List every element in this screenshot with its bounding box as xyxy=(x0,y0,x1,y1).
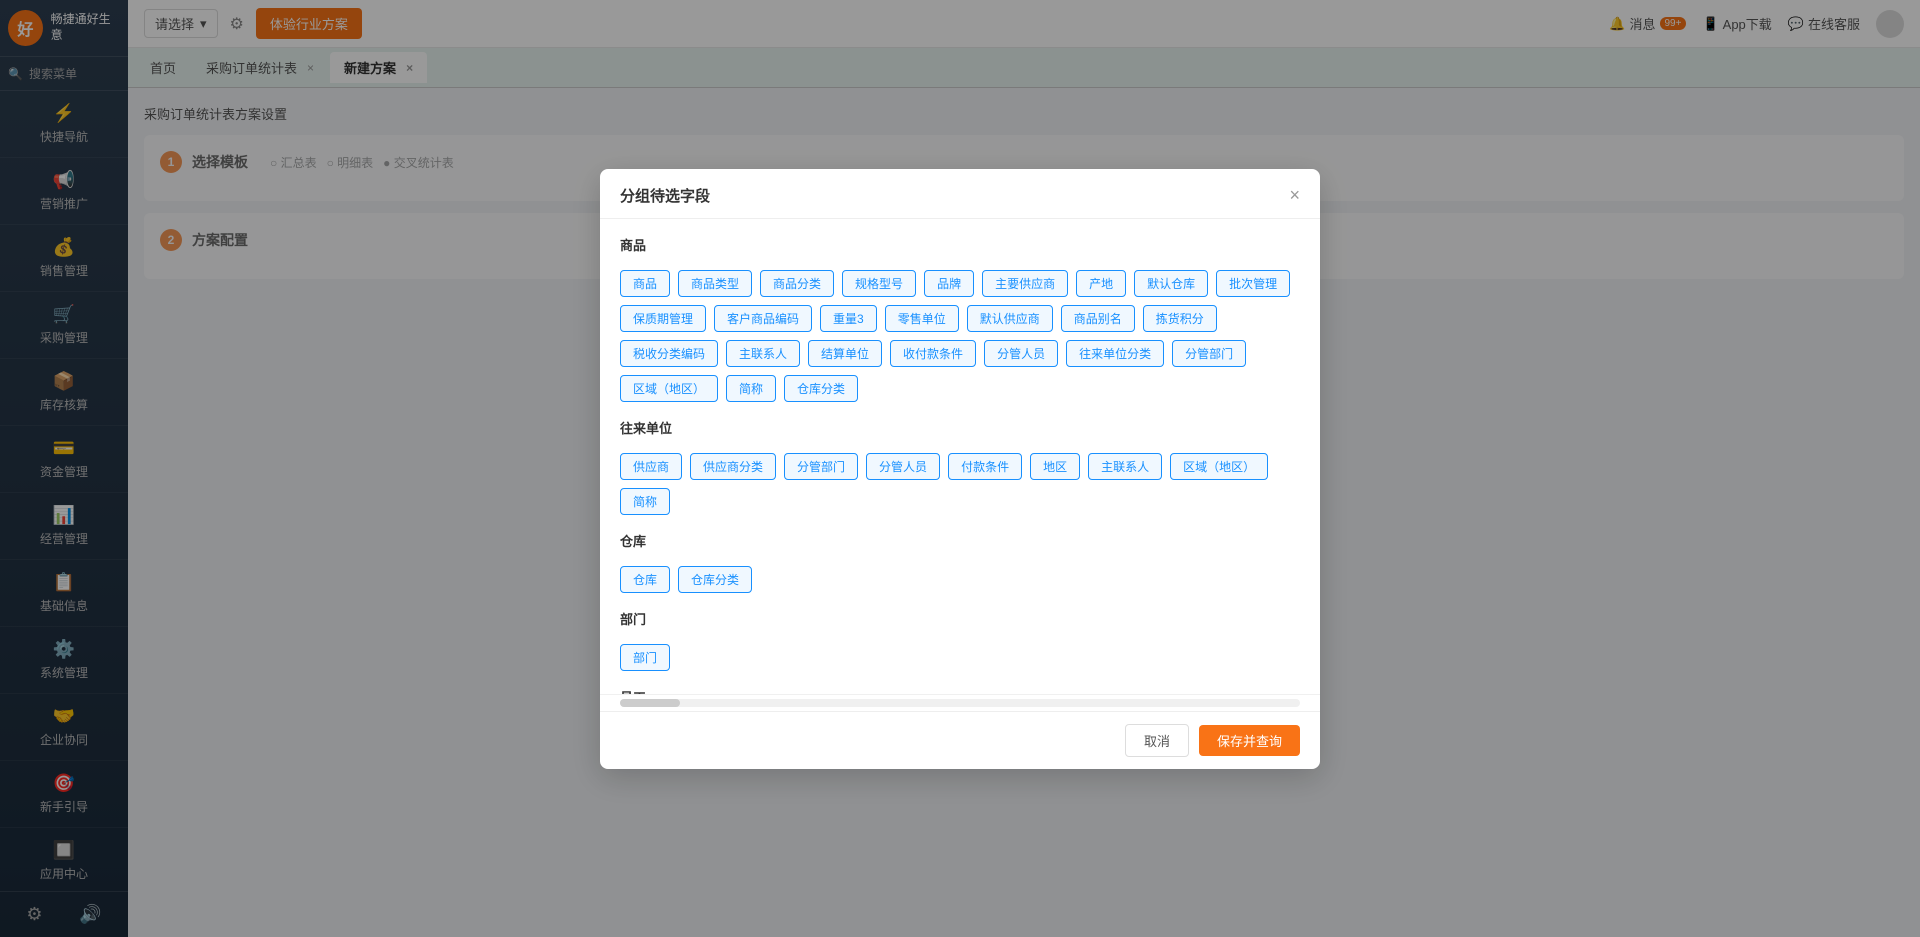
field-chip[interactable]: 区域（地区） xyxy=(620,375,718,402)
field-chip[interactable]: 仓库分类 xyxy=(784,375,858,402)
field-chip[interactable]: 重量3 xyxy=(820,305,877,332)
fields-grid-department: 部门 xyxy=(620,644,1300,671)
field-chip[interactable]: 分管部门 xyxy=(784,453,858,480)
fields-grid-partner: 供应商供应商分类分管部门分管人员付款条件地区主联系人区域（地区） 简称 xyxy=(620,453,1300,515)
fields-grid-warehouse: 仓库仓库分类 xyxy=(620,566,1300,593)
field-chip[interactable]: 规格型号 xyxy=(842,270,916,297)
field-chip[interactable]: 默认仓库 xyxy=(1134,270,1208,297)
dialog-header: 分组待选字段 × xyxy=(600,169,1320,219)
dialog: 分组待选字段 × 商品商品商品类型商品分类规格型号品牌主要供应商产地默认仓库批次… xyxy=(600,169,1320,769)
field-chip[interactable]: 税收分类编码 xyxy=(620,340,718,367)
dialog-body: 商品商品商品类型商品分类规格型号品牌主要供应商产地默认仓库批次管理保质期管理客户… xyxy=(600,219,1320,694)
field-chip[interactable]: 客户商品编码 xyxy=(714,305,812,332)
section-title-department: 部门 xyxy=(620,609,1300,634)
hscroll-thumb xyxy=(620,699,680,707)
field-chip[interactable]: 付款条件 xyxy=(948,453,1022,480)
section-title-warehouse: 仓库 xyxy=(620,531,1300,556)
section-title-goods: 商品 xyxy=(620,235,1300,260)
section-title-partner: 往来单位 xyxy=(620,418,1300,443)
close-icon[interactable]: × xyxy=(1289,185,1300,206)
dialog-footer: 取消 保存并查询 xyxy=(600,711,1320,769)
horizontal-scrollbar[interactable] xyxy=(620,699,1300,707)
field-chip[interactable]: 地区 xyxy=(1030,453,1080,480)
dialog-title: 分组待选字段 xyxy=(620,185,710,206)
field-chip[interactable]: 商品分类 xyxy=(760,270,834,297)
field-chip[interactable]: 主要供应商 xyxy=(982,270,1068,297)
section-title-employee: 员工 xyxy=(620,687,1300,694)
field-chip[interactable]: 供应商 xyxy=(620,453,682,480)
field-chip[interactable]: 产地 xyxy=(1076,270,1126,297)
field-chip[interactable]: 分管人员 xyxy=(866,453,940,480)
field-chip[interactable]: 仓库 xyxy=(620,566,670,593)
confirm-button[interactable]: 保存并查询 xyxy=(1199,725,1300,756)
field-chip[interactable]: 主联系人 xyxy=(726,340,800,367)
field-chip[interactable]: 收付款条件 xyxy=(890,340,976,367)
field-chip[interactable]: 拣货积分 xyxy=(1143,305,1217,332)
field-chip[interactable]: 供应商分类 xyxy=(690,453,776,480)
field-chip[interactable]: 分管部门 xyxy=(1172,340,1246,367)
field-chip[interactable]: 保质期管理 xyxy=(620,305,706,332)
field-chip[interactable]: 主联系人 xyxy=(1088,453,1162,480)
field-chip[interactable]: 简称 xyxy=(726,375,776,402)
field-chip[interactable]: 往来单位分类 xyxy=(1066,340,1164,367)
field-chip[interactable]: 默认供应商 xyxy=(967,305,1053,332)
field-chip[interactable]: 结算单位 xyxy=(808,340,882,367)
fields-grid-goods: 商品商品类型商品分类规格型号品牌主要供应商产地默认仓库批次管理保质期管理客户商品… xyxy=(620,270,1300,402)
modal-overlay: 分组待选字段 × 商品商品商品类型商品分类规格型号品牌主要供应商产地默认仓库批次… xyxy=(0,0,1920,937)
field-chip[interactable]: 部门 xyxy=(620,644,670,671)
field-chip[interactable]: 批次管理 xyxy=(1216,270,1290,297)
field-chip[interactable]: 商品 xyxy=(620,270,670,297)
field-chip[interactable]: 商品别名 xyxy=(1061,305,1135,332)
field-chip[interactable]: 简称 xyxy=(620,488,670,515)
field-chip[interactable]: 分管人员 xyxy=(984,340,1058,367)
cancel-button[interactable]: 取消 xyxy=(1125,724,1189,757)
field-chip[interactable]: 仓库分类 xyxy=(678,566,752,593)
field-chip[interactable]: 商品类型 xyxy=(678,270,752,297)
dialog-hscroll xyxy=(600,694,1320,711)
field-chip[interactable]: 品牌 xyxy=(924,270,974,297)
field-chip[interactable]: 零售单位 xyxy=(885,305,959,332)
field-chip[interactable]: 区域（地区） xyxy=(1170,453,1268,480)
